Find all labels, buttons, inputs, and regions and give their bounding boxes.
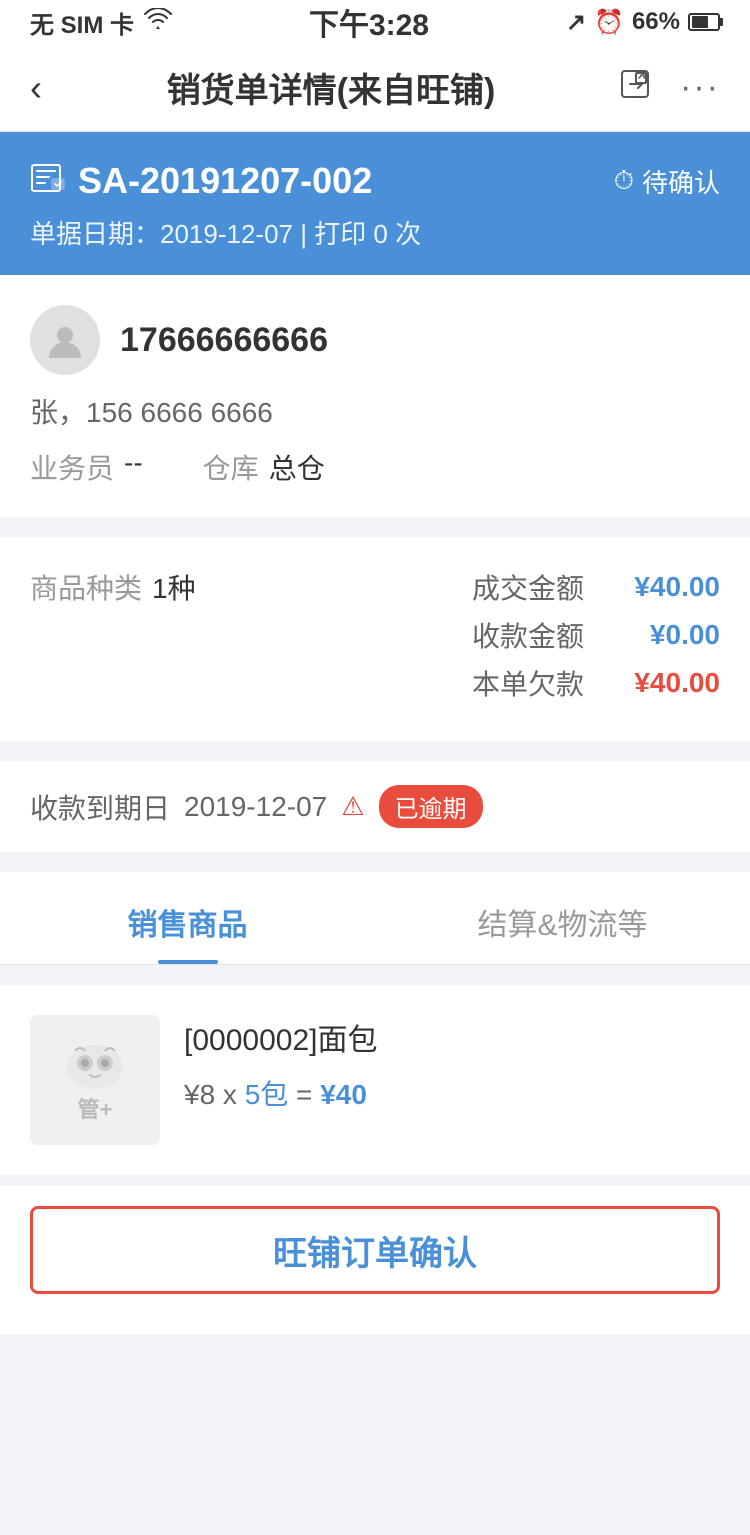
price-base: ¥8 x	[184, 1079, 245, 1110]
battery-icon	[688, 13, 720, 31]
stats-right: 成交金额 ¥40.00 收款金额 ¥0.00 本单欠款 ¥40.00	[472, 567, 720, 711]
price-qty: 5包	[245, 1079, 289, 1110]
balance-label: 本单欠款	[472, 663, 584, 703]
customer-section: 17666666666 张，156 6666 6666 业务员 -- 仓库 总仓	[0, 275, 750, 517]
customer-name: 张，156 6666 6666	[30, 391, 720, 431]
warehouse-label: 仓库	[203, 447, 259, 487]
order-header: SA-20191207-002 ⏱ 待确认 单据日期：2019-12-07 | …	[0, 132, 750, 275]
battery-percent: 66%	[632, 8, 680, 36]
received-label: 收款金额	[472, 615, 584, 655]
stats-section: 商品种类 1种 成交金额 ¥40.00 收款金额 ¥0.00 本单欠款 ¥40.…	[0, 537, 750, 741]
product-price: ¥8 x 5包 = ¥40	[184, 1073, 720, 1113]
customer-meta: 业务员 -- 仓库 总仓	[30, 447, 720, 487]
tab-settlement[interactable]: 结算&物流等	[375, 872, 750, 964]
order-id: SA-20191207-002	[30, 160, 372, 202]
nav-bar: ‹ 销货单详情(来自旺铺) ···	[0, 44, 750, 132]
tab-sales-product[interactable]: 销售商品	[0, 872, 375, 964]
price-equals: =	[288, 1079, 320, 1110]
received-value: ¥0.00	[600, 619, 720, 651]
status-clock-icon: ⏱	[614, 165, 634, 197]
more-icon[interactable]: ···	[680, 68, 720, 107]
overdue-section: 收款到期日 2019-12-07 ⚠ 已逾期	[0, 761, 750, 852]
overdue-label: 收款到期日	[30, 787, 170, 827]
overdue-date: 2019-12-07	[184, 791, 327, 823]
bottom-spacer	[0, 1395, 750, 1535]
avatar	[30, 305, 100, 375]
transaction-label: 成交金额	[472, 567, 584, 607]
order-date: 单据日期：2019-12-07 | 打印 0 次	[30, 214, 720, 251]
transaction-value: ¥40.00	[600, 571, 720, 603]
confirm-order-button[interactable]: 旺铺订单确认	[30, 1206, 720, 1294]
share-icon[interactable]	[620, 69, 650, 107]
location-icon: ↗	[566, 8, 586, 37]
status-time: 下午3:28	[309, 0, 429, 44]
price-total: ¥40	[320, 1079, 367, 1110]
order-icon	[30, 160, 66, 202]
status-bar: 无 SIM 卡 下午3:28 ↗ ⏰ 66%	[0, 0, 750, 44]
overdue-warning-icon: ⚠	[341, 791, 364, 822]
status-icons: ↗ ⏰ 66%	[566, 8, 720, 37]
tab-bar: 销售商品 结算&物流等	[0, 872, 750, 965]
warehouse-value: 总仓	[269, 447, 325, 487]
product-type-value: 1种	[152, 567, 196, 607]
product-type: 商品种类 1种	[30, 567, 196, 607]
page-title: 销货单详情(来自旺铺)	[167, 63, 496, 112]
overdue-badge: 已逾期	[379, 785, 483, 828]
bottom-action-bar: 旺铺订单确认	[0, 1186, 750, 1334]
salesperson-label: 业务员	[30, 447, 114, 487]
back-button[interactable]: ‹	[30, 67, 42, 109]
customer-phone: 17666666666	[120, 321, 328, 360]
nav-actions: ···	[620, 68, 720, 107]
carrier-text: 无 SIM 卡	[30, 5, 134, 40]
product-info: [0000002]面包 ¥8 x 5包 = ¥40	[184, 1015, 720, 1113]
product-section: 管+ [0000002]面包 ¥8 x 5包 = ¥40	[0, 985, 750, 1175]
balance-value: ¥40.00	[600, 667, 720, 699]
product-thumbnail: 管+	[30, 1015, 160, 1145]
order-status: ⏱ 待确认	[614, 163, 720, 200]
brand-plus: 管+	[78, 1092, 113, 1124]
salesperson-value: --	[124, 447, 143, 487]
product-type-label: 商品种类	[30, 567, 142, 607]
alarm-icon: ⏰	[594, 8, 624, 37]
product-name: [0000002]面包	[184, 1015, 720, 1059]
wifi-icon	[144, 8, 172, 37]
status-carrier: 无 SIM 卡	[30, 5, 172, 40]
